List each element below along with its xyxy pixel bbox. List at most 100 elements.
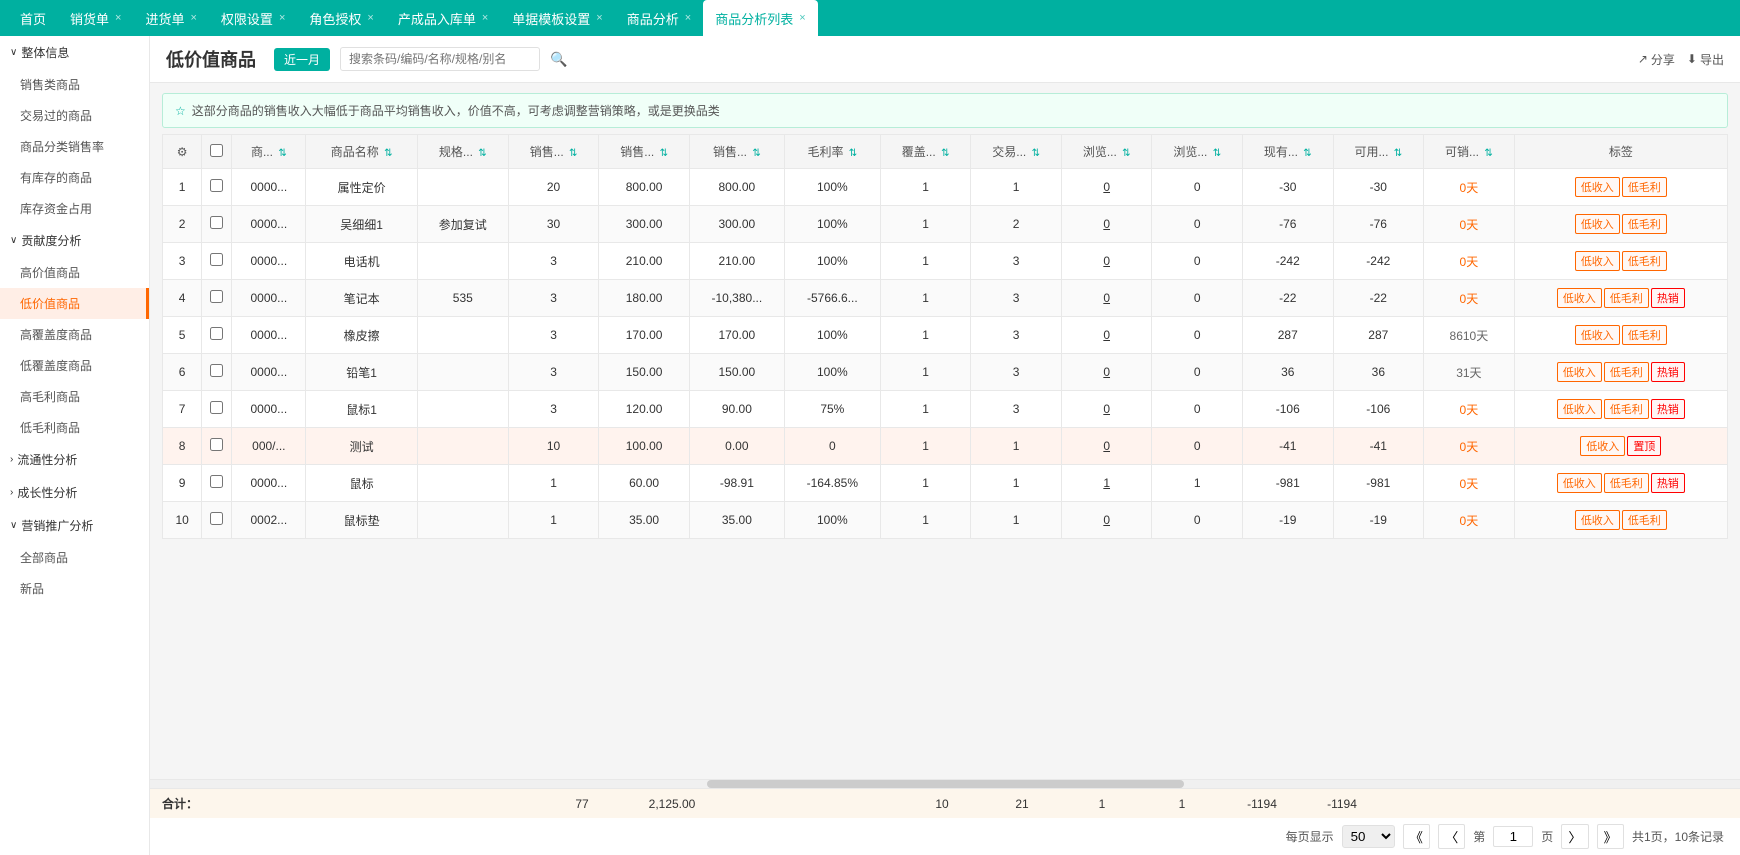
col-sellable[interactable]: 可销... ⇅	[1424, 135, 1515, 169]
row-browse1[interactable]: 0	[1061, 391, 1152, 428]
browse1-link[interactable]: 0	[1103, 254, 1110, 268]
row-gross-rate: 100%	[784, 354, 880, 391]
browse1-link[interactable]: 0	[1103, 180, 1110, 194]
row-checkbox[interactable]	[210, 438, 223, 451]
browse1-link[interactable]: 0	[1103, 402, 1110, 416]
sidebar-item-new-goods[interactable]: 新品	[0, 573, 149, 604]
row-browse1[interactable]: 0	[1061, 243, 1152, 280]
sidebar-item-high-margin[interactable]: 高毛利商品	[0, 381, 149, 412]
col-spec[interactable]: 规格... ⇅	[417, 135, 508, 169]
sidebar-group-title-growth[interactable]: ›成长性分析	[0, 476, 149, 509]
col-browse1[interactable]: 浏览... ⇅	[1061, 135, 1152, 169]
close-icon[interactable]: ×	[482, 12, 488, 24]
horizontal-scrollbar[interactable]	[150, 780, 1740, 788]
first-page-button[interactable]: 《	[1403, 824, 1430, 849]
sidebar-group-title-overall[interactable]: ∨整体信息	[0, 36, 149, 69]
col-coverage[interactable]: 覆盖... ⇅	[880, 135, 971, 169]
col-settings[interactable]: ⚙	[163, 135, 202, 169]
nav-goods-analysis[interactable]: 商品分析 ×	[615, 0, 703, 36]
row-browse1[interactable]: 0	[1061, 502, 1152, 539]
row-checkbox[interactable]	[210, 401, 223, 414]
search-input[interactable]	[340, 47, 540, 71]
nav-products[interactable]: 产成品入库单 ×	[386, 0, 500, 36]
sidebar-group-title-contribution[interactable]: ∨贡献度分析	[0, 224, 149, 257]
sidebar-item-all-goods[interactable]: 全部商品	[0, 542, 149, 573]
scrollbar-thumb[interactable]	[707, 780, 1184, 788]
sidebar-item-low-coverage[interactable]: 低覆盖度商品	[0, 350, 149, 381]
sidebar-group-title-marketing[interactable]: ∨营销推广分析	[0, 509, 149, 542]
search-icon[interactable]: 🔍	[550, 51, 567, 68]
browse1-link[interactable]: 0	[1103, 291, 1110, 305]
last-page-button[interactable]: 》	[1597, 824, 1624, 849]
page-input[interactable]	[1493, 826, 1533, 847]
col-sale-amt[interactable]: 销售... ⇅	[599, 135, 690, 169]
share-button[interactable]: ↗ 分享	[1638, 51, 1675, 68]
row-browse1[interactable]: 1	[1061, 465, 1152, 502]
sidebar-item-high-coverage[interactable]: 高覆盖度商品	[0, 319, 149, 350]
period-button[interactable]: 近一月	[274, 48, 330, 71]
row-browse1[interactable]: 0	[1061, 317, 1152, 354]
sidebar-item-high-value[interactable]: 高价值商品	[0, 257, 149, 288]
close-icon[interactable]: ×	[190, 12, 196, 24]
nav-sales[interactable]: 销货单 ×	[58, 0, 133, 36]
browse1-link[interactable]: 0	[1103, 217, 1110, 231]
sidebar-item-stock-goods[interactable]: 有库存的商品	[0, 162, 149, 193]
sidebar-item-low-value[interactable]: 低价值商品	[0, 288, 149, 319]
prev-page-button[interactable]: 〈	[1438, 824, 1465, 849]
close-icon[interactable]: ×	[115, 12, 121, 24]
browse1-link[interactable]: 0	[1103, 513, 1110, 527]
browse1-link[interactable]: 1	[1103, 476, 1110, 490]
close-icon[interactable]: ×	[685, 12, 691, 24]
row-checkbox[interactable]	[210, 179, 223, 192]
row-checkbox[interactable]	[210, 475, 223, 488]
nav-roles[interactable]: 角色授权 ×	[297, 0, 385, 36]
row-browse1[interactable]: 0	[1061, 169, 1152, 206]
col-sale-qty[interactable]: 销售... ⇅	[508, 135, 599, 169]
row-browse1[interactable]: 0	[1061, 206, 1152, 243]
row-checkbox[interactable]	[210, 216, 223, 229]
nav-goods-analysis-list[interactable]: 商品分析列表 ×	[703, 0, 817, 36]
row-code: 000/...	[232, 428, 306, 465]
nav-templates[interactable]: 单据模板设置 ×	[500, 0, 614, 36]
page-size-select[interactable]: 50 100 200	[1342, 825, 1395, 848]
close-icon[interactable]: ×	[596, 12, 602, 24]
row-checkbox[interactable]	[210, 512, 223, 525]
nav-permissions[interactable]: 权限设置 ×	[209, 0, 297, 36]
sort-icon: ⇅	[1032, 148, 1040, 159]
row-checkbox[interactable]	[210, 327, 223, 340]
row-checkbox[interactable]	[210, 290, 223, 303]
col-sale-unit[interactable]: 销售... ⇅	[689, 135, 784, 169]
nav-home[interactable]: 首页	[8, 0, 58, 36]
next-page-button[interactable]: 〉	[1561, 824, 1588, 849]
nav-purchase[interactable]: 进货单 ×	[133, 0, 208, 36]
select-all-checkbox[interactable]	[210, 144, 223, 157]
close-icon[interactable]: ×	[367, 12, 373, 24]
col-code[interactable]: 商... ⇅	[232, 135, 306, 169]
sidebar-group-title-flow[interactable]: ›流通性分析	[0, 443, 149, 476]
col-stock[interactable]: 现有... ⇅	[1243, 135, 1334, 169]
row-browse1[interactable]: 0	[1061, 280, 1152, 317]
col-transaction[interactable]: 交易... ⇅	[971, 135, 1062, 169]
export-button[interactable]: ⬇ 导出	[1687, 51, 1724, 68]
close-icon[interactable]: ×	[279, 12, 285, 24]
col-name[interactable]: 商品名称 ⇅	[306, 135, 417, 169]
row-sale-unit: 0.00	[689, 428, 784, 465]
col-avail[interactable]: 可用... ⇅	[1333, 135, 1424, 169]
browse1-link[interactable]: 0	[1103, 328, 1110, 342]
sidebar-item-category-sales[interactable]: 商品分类销售率	[0, 131, 149, 162]
row-checkbox[interactable]	[210, 364, 223, 377]
sidebar-item-low-margin[interactable]: 低毛利商品	[0, 412, 149, 443]
sidebar-item-sales-goods[interactable]: 销售类商品	[0, 69, 149, 100]
tag-badge: 低毛利	[1622, 251, 1667, 271]
row-browse1[interactable]: 0	[1061, 428, 1152, 465]
browse1-link[interactable]: 0	[1103, 365, 1110, 379]
col-gross-rate[interactable]: 毛利率 ⇅	[784, 135, 880, 169]
browse1-link[interactable]: 0	[1103, 439, 1110, 453]
sidebar-item-traded-goods[interactable]: 交易过的商品	[0, 100, 149, 131]
row-browse1[interactable]: 0	[1061, 354, 1152, 391]
row-checkbox-cell	[202, 502, 232, 539]
close-icon[interactable]: ×	[799, 12, 805, 24]
row-checkbox[interactable]	[210, 253, 223, 266]
sidebar-item-stock-capital[interactable]: 库存资金占用	[0, 193, 149, 224]
col-browse2[interactable]: 浏览... ⇅	[1152, 135, 1243, 169]
